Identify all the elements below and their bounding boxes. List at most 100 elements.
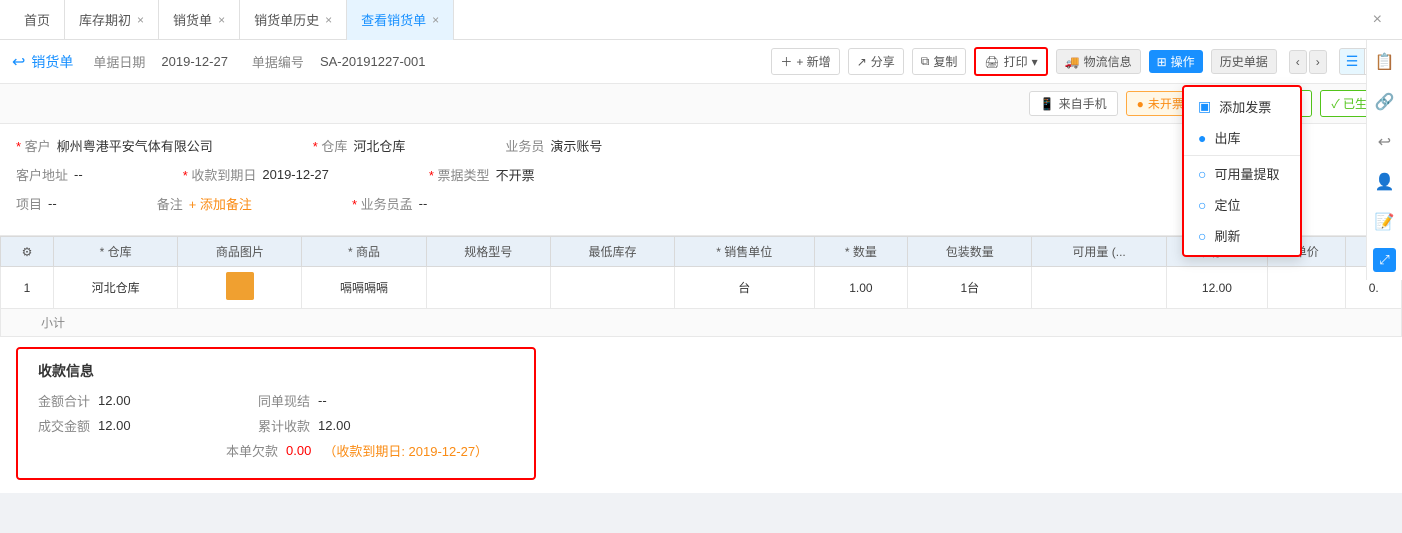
same-order-settle-value: -- [318, 393, 327, 408]
product-image [226, 272, 254, 300]
add-invoice-label: 添加发票 [1219, 97, 1271, 116]
doc-number-label: 单据编号 [252, 52, 304, 71]
logistics-label: 物流信息 [1084, 53, 1132, 70]
sales-staff-label: 业务员孟 [352, 194, 413, 213]
copy-button[interactable]: ⧉ 复制 [912, 48, 967, 75]
transaction-amount-label: 成交金额 [38, 416, 90, 435]
cumulative-payment-label: 累计收款 [258, 416, 310, 435]
prev-button[interactable]: ‹ [1289, 50, 1307, 74]
form-row-3: 项目 -- 备注 添加备注 业务员孟 -- [16, 194, 1386, 213]
right-sidebar: 📋 🔗 ↩ 👤 📝 ⤢ [1366, 40, 1402, 280]
refresh-item[interactable]: ○ 刷新 [1184, 220, 1300, 251]
next-button[interactable]: › [1309, 50, 1327, 74]
refresh-icon: ○ [1198, 228, 1206, 244]
tab-view-sales[interactable]: 查看销货单 × [347, 0, 454, 40]
out-warehouse-item[interactable]: ● 出库 [1184, 122, 1300, 153]
locate-label: 定位 [1214, 195, 1240, 214]
tab-view-sales-close[interactable]: × [432, 13, 439, 27]
payment-date-value: 2019-12-27 [262, 167, 329, 182]
history-button[interactable]: 历史单据 [1211, 49, 1277, 74]
not-open-icon: ● [1137, 97, 1144, 111]
tab-inventory-init-close[interactable]: × [137, 13, 144, 27]
share-icon: ↗ [857, 55, 867, 69]
payment-info-row-2: 成交金额 12.00 累计收款 12.00 [38, 416, 514, 435]
tab-sales-history-close[interactable]: × [325, 13, 332, 27]
add-invoice-item[interactable]: ▣ 添加发票 [1184, 91, 1300, 122]
address-label: 客户地址 [16, 165, 68, 184]
ops-grid-icon: ⊞ [1157, 55, 1167, 69]
copy-icon: ⧉ [921, 54, 930, 69]
same-order-settle-field: 同单现结 -- [258, 391, 438, 410]
row-product: 嗝嗝嗝嗝 [302, 267, 426, 309]
from-mobile-button[interactable]: 📱 来自手机 [1029, 91, 1118, 116]
sidebar-icon-link[interactable]: 🔗 [1371, 88, 1399, 116]
operations-tab[interactable]: ⊞ 操作 [1149, 50, 1203, 73]
tab-sales-history[interactable]: 销货单历史 × [240, 0, 347, 40]
payment-date-label: 收款到期日 [183, 165, 257, 184]
add-icon: ＋ [780, 53, 792, 70]
col-image: 商品图片 [178, 237, 302, 267]
locate-item[interactable]: ○ 定位 [1184, 189, 1300, 220]
sidebar-icon-user[interactable]: 👤 [1371, 168, 1399, 196]
note-label: 备注 [157, 194, 183, 213]
payment-info-box: 收款信息 金额合计 12.00 同单现结 -- 成交金额 12.00 [16, 347, 536, 480]
doc-title-icon: ↩ [12, 52, 25, 72]
row-pack-qty: 1台 [908, 267, 1032, 309]
total-amount-value: 12.00 [98, 393, 131, 408]
add-note-button[interactable]: 添加备注 [189, 194, 252, 213]
tab-sales-order-close[interactable]: × [218, 13, 225, 27]
cumulative-payment-field: 累计收款 12.00 [258, 416, 438, 435]
customer-label: 客户 [16, 136, 51, 155]
not-open-label: 未开票 [1148, 95, 1184, 112]
row-stock: 12.00 [1166, 267, 1267, 309]
ticket-type-label: 票据类型 [429, 165, 490, 184]
sales-staff-field: 业务员孟 -- [352, 194, 427, 213]
payment-info-row-3: 本单欠款 0.00 （收款到期日: 2019-12-27） [38, 441, 514, 460]
bottom-section: 收款信息 金额合计 12.00 同单现结 -- 成交金额 12.00 [0, 337, 1402, 490]
nav-arrows: ‹ › [1289, 50, 1327, 74]
print-button[interactable]: 🖨 打印 ▾ [974, 47, 1047, 76]
doc-meta: 单据日期 2019-12-27 单据编号 SA-20191227-001 [93, 52, 425, 71]
logistics-button[interactable]: 🚚 物流信息 [1056, 49, 1141, 74]
address-field: 客户地址 -- [16, 165, 83, 184]
warehouse-field: 仓库 河北仓库 [313, 136, 406, 155]
ticket-type-field: 票据类型 不开票 [429, 165, 535, 184]
doc-actions: ＋ + 新增 ↗ 分享 ⧉ 复制 🖨 打印 ▾ 🚚 [771, 47, 1390, 76]
tab-home[interactable]: 首页 [10, 0, 65, 40]
effective-check: ✓ [1331, 97, 1343, 111]
sidebar-icon-note[interactable]: 📝 [1371, 208, 1399, 236]
print-icon: 🖨 [984, 55, 999, 69]
col-available: 可用量 (... [1032, 237, 1166, 267]
subtotal-row: 小计 [1, 309, 1402, 337]
dropdown-divider [1184, 155, 1300, 156]
available-qty-item[interactable]: ○ 可用量提取 [1184, 158, 1300, 189]
tab-sales-order[interactable]: 销货单 × [159, 0, 240, 40]
doc-title: ↩ 销货单 [12, 52, 73, 72]
sidebar-icon-clipboard[interactable]: 📋 [1371, 48, 1399, 76]
add-label: + 新增 [796, 53, 830, 70]
available-qty-icon: ○ [1198, 166, 1206, 182]
doc-date-label: 单据日期 [93, 52, 145, 71]
share-button[interactable]: ↗ 分享 [848, 48, 904, 75]
add-button[interactable]: ＋ + 新增 [771, 48, 839, 75]
tab-bar: 首页 库存期初 × 销货单 × 销货单历史 × 查看销货单 × × [0, 0, 1402, 40]
sidebar-icon-undo[interactable]: ↩ [1374, 128, 1395, 156]
col-min-stock: 最低库存 [550, 237, 674, 267]
out-warehouse-label: 出库 [1214, 128, 1240, 147]
refresh-label: 刷新 [1214, 226, 1240, 245]
total-amount-label: 金额合计 [38, 391, 90, 410]
close-all-button[interactable]: × [1363, 11, 1392, 29]
total-amount-field: 金额合计 12.00 [38, 391, 218, 410]
row-quantity: 1.00 [814, 267, 908, 309]
list-view-button[interactable]: ☰ [1339, 48, 1366, 75]
row-index: 1 [1, 267, 54, 309]
add-invoice-icon: ▣ [1198, 98, 1211, 115]
col-spec: 规格型号 [426, 237, 550, 267]
col-quantity: * 数量 [814, 237, 908, 267]
sidebar-icon-expand[interactable]: ⤢ [1373, 248, 1395, 272]
customer-field: 客户 柳州粤港平安气体有限公司 [16, 136, 213, 155]
tab-inventory-init[interactable]: 库存期初 × [65, 0, 159, 40]
doc-date-value: 2019-12-27 [161, 54, 228, 69]
transaction-amount-value: 12.00 [98, 418, 131, 433]
print-label: 打印 [1004, 53, 1028, 70]
